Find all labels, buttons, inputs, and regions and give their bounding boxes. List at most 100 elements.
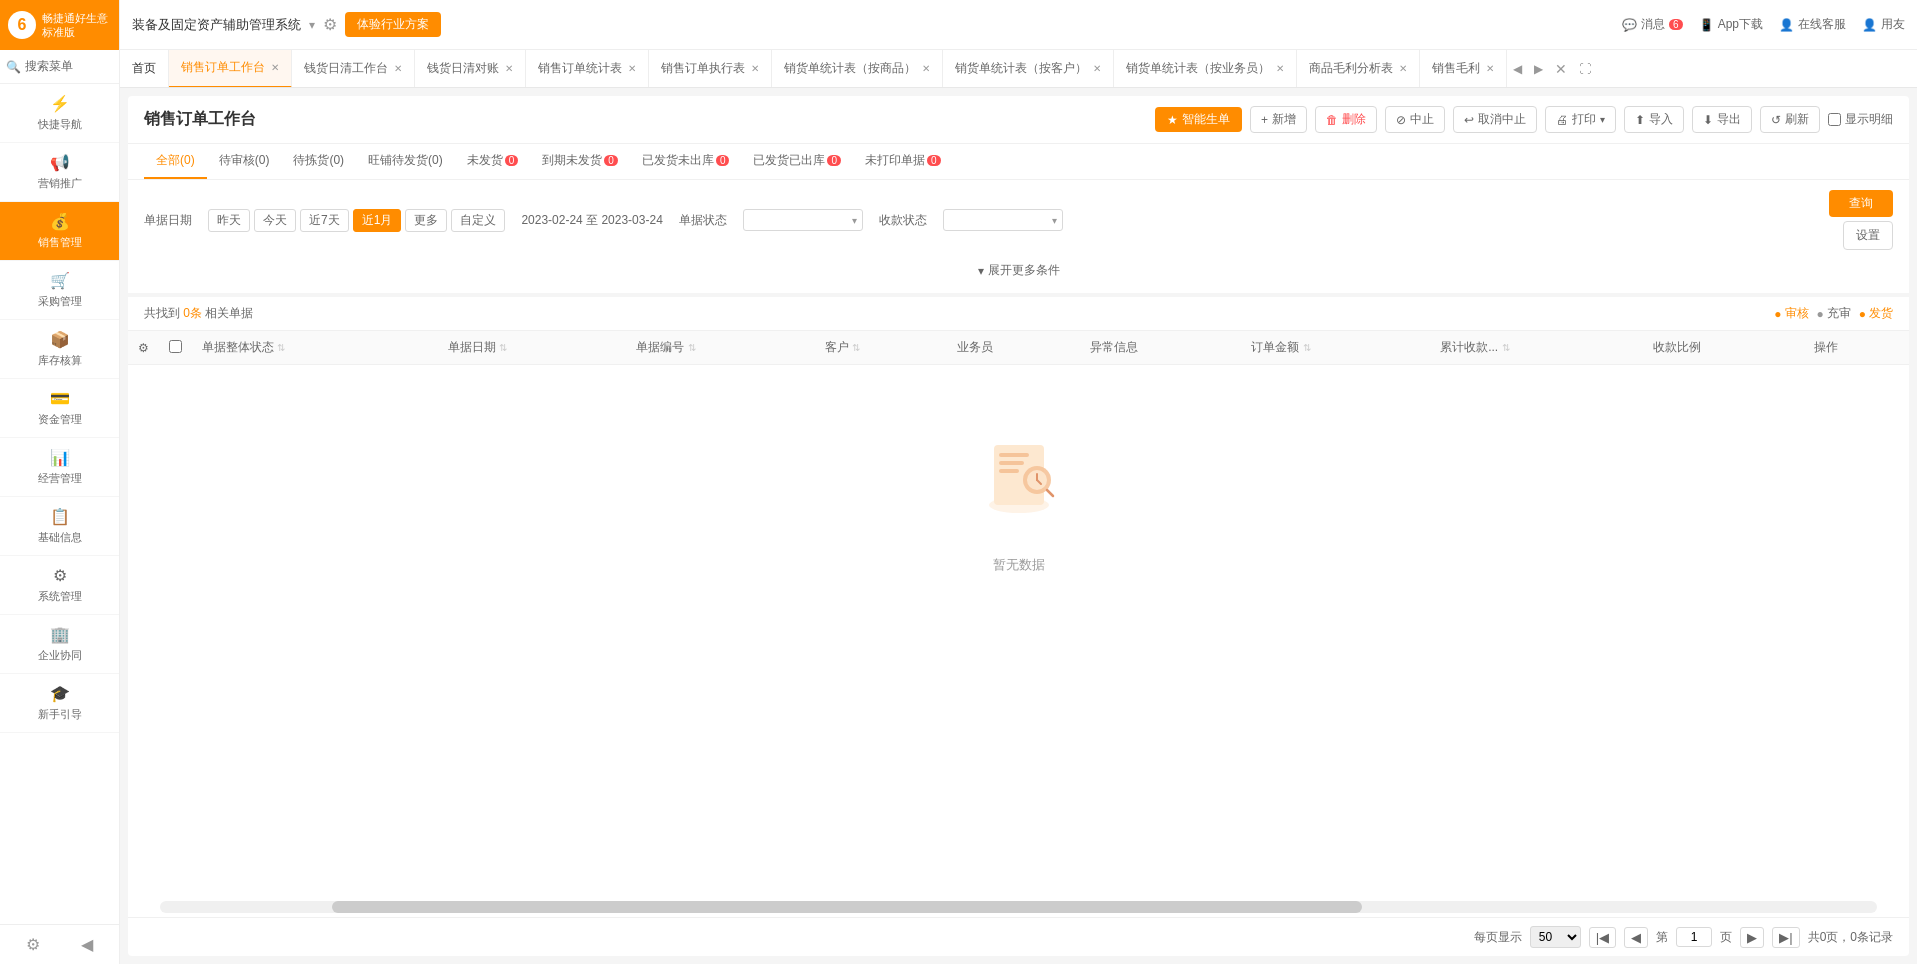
filter-settings-button[interactable]: 设置 [1843,221,1893,250]
date-btn-today[interactable]: 今天 [254,209,296,232]
sort-date-icon[interactable]: ⇅ [499,342,507,353]
tab-sales-exec[interactable]: 销售订单执行表 ✕ [649,50,772,88]
tab-nav-next[interactable]: ▶ [1528,50,1549,88]
scrollbar-thumb[interactable] [332,901,1362,913]
sort-collected-icon[interactable]: ⇅ [1502,342,1510,353]
status-select[interactable] [743,209,863,231]
subtab-not-printed[interactable]: 未打印单据0 [853,144,953,179]
tab-close-all[interactable]: ✕ [1549,50,1573,88]
import-button[interactable]: ⬆ 导入 [1624,106,1684,133]
batch-ship-button[interactable]: ● 发货 [1859,305,1893,322]
topbar-dropdown-icon[interactable]: ▾ [309,18,315,32]
smart-create-button[interactable]: ★ 智能生单 [1155,107,1242,132]
sort-status-icon[interactable]: ⇅ [277,342,285,353]
sort-customer-icon[interactable]: ⇅ [852,342,860,353]
tab-sales-summary-product[interactable]: 销货单统计表（按商品） ✕ [772,50,943,88]
payment-select[interactable] [943,209,1063,231]
delete-button[interactable]: 🗑 删除 [1315,106,1377,133]
tab-sales-stats[interactable]: 销售订单统计表 ✕ [526,50,649,88]
horizontal-scrollbar[interactable] [160,901,1877,913]
topbar-settings-icon[interactable]: ⚙ [323,15,337,34]
query-button[interactable]: 查询 [1829,190,1893,217]
subtab-not-shipped[interactable]: 未发货0 [455,144,531,179]
tab-sales-summary-staff[interactable]: 销货单统计表（按业务员） ✕ [1114,50,1297,88]
tab-close-icon[interactable]: ✕ [751,63,759,74]
sidebar-item-system[interactable]: ⚙ 系统管理 [0,556,119,615]
add-button[interactable]: + 新增 [1250,106,1307,133]
cancel-stop-button[interactable]: ↩ 取消中止 [1453,106,1537,133]
sidebar-item-basic[interactable]: 📋 基础信息 [0,497,119,556]
tab-maximize[interactable]: ⛶ [1573,50,1597,88]
tab-sales-summary-customer[interactable]: 销货单统计表（按客户） ✕ [943,50,1114,88]
page-input[interactable] [1676,927,1712,947]
print-button[interactable]: 🖨 打印 ▾ [1545,106,1616,133]
user-area[interactable]: 👤 用友 [1862,16,1905,33]
tab-home[interactable]: 首页 [120,50,169,88]
tab-cash-reconcile[interactable]: 钱货日清对账 ✕ [415,50,526,88]
sort-number-icon[interactable]: ⇅ [688,342,696,353]
subtab-pending-review[interactable]: 待审核(0) [207,144,282,179]
industry-solution-button[interactable]: 体验行业方案 [345,12,441,37]
sidebar-item-guide[interactable]: 🎓 新手引导 [0,674,119,733]
sidebar-item-inventory[interactable]: 📦 库存核算 [0,320,119,379]
sidebar-item-finance[interactable]: 💳 资金管理 [0,379,119,438]
tab-close-icon[interactable]: ✕ [394,63,402,74]
tab-nav-prev[interactable]: ◀ [1507,50,1528,88]
th-checkbox[interactable] [159,331,192,365]
filter-actions: 查询 设置 [1829,190,1893,250]
sidebar-item-operations[interactable]: 📊 经营管理 [0,438,119,497]
th-setting[interactable]: ⚙ [128,331,159,365]
tab-close-icon[interactable]: ✕ [271,62,279,73]
tab-close-icon[interactable]: ✕ [1486,63,1494,74]
subtab-pending-inspect[interactable]: 待拣货(0) [281,144,356,179]
date-btn-custom[interactable]: 自定义 [451,209,505,232]
tab-sales-profit[interactable]: 销售毛利 ✕ [1420,50,1507,88]
sort-amount-icon[interactable]: ⇅ [1303,342,1311,353]
tab-close-icon[interactable]: ✕ [628,63,636,74]
page-prev-button[interactable]: ◀ [1624,927,1648,948]
export-button[interactable]: ⬇ 导出 [1692,106,1752,133]
page-size-select[interactable]: 50 10 20 100 [1530,926,1581,948]
sidebar-item-marketing[interactable]: 📢 营销推广 [0,143,119,202]
show-detail-input[interactable] [1828,113,1841,126]
sidebar-item-purchase[interactable]: 🛒 采购管理 [0,261,119,320]
date-btn-7days[interactable]: 近7天 [300,209,349,232]
tab-close-icon[interactable]: ✕ [1399,63,1407,74]
tab-close-icon[interactable]: ✕ [505,63,513,74]
subtab-wangpu[interactable]: 旺铺待发货(0) [356,144,455,179]
refresh-button[interactable]: ↺ 刷新 [1760,106,1820,133]
tab-close-icon[interactable]: ✕ [1093,63,1101,74]
settings-icon[interactable]: ⚙ [26,935,40,954]
sidebar-search[interactable]: 🔍 搜索菜单 [0,50,119,84]
online-service-area[interactable]: 👤 在线客服 [1779,16,1846,33]
tab-product-margin[interactable]: 商品毛利分析表 ✕ [1297,50,1420,88]
date-btn-1month[interactable]: 近1月 [353,209,402,232]
tab-cash-daily[interactable]: 钱货日清工作台 ✕ [292,50,415,88]
app-download-area[interactable]: 📱 App下载 [1699,16,1763,33]
star-icon: ★ [1167,113,1178,127]
select-all-checkbox[interactable] [169,340,182,353]
date-btn-yesterday[interactable]: 昨天 [208,209,250,232]
tab-sales-workbench[interactable]: 销售订单工作台 ✕ [169,50,292,88]
collapse-icon[interactable]: ◀ [81,935,93,954]
tab-close-icon[interactable]: ✕ [1276,63,1284,74]
tab-close-icon[interactable]: ✕ [922,63,930,74]
expand-more-row[interactable]: ▾ 展开更多条件 [144,258,1893,283]
page-next-button[interactable]: ▶ [1740,927,1764,948]
svg-rect-2 [999,453,1029,457]
page-last-button[interactable]: ▶| [1772,927,1799,948]
subtab-shipped-not-out[interactable]: 已发货未出库0 [630,144,742,179]
show-detail-checkbox[interactable]: 显示明细 [1828,111,1893,128]
subtab-all[interactable]: 全部(0) [144,144,207,179]
stop-button[interactable]: ⊘ 中止 [1385,106,1445,133]
sidebar-item-quick-nav[interactable]: ⚡ 快捷导航 [0,84,119,143]
page-first-button[interactable]: |◀ [1589,927,1616,948]
sidebar-item-sales[interactable]: 💰 销售管理 [0,202,119,261]
subtab-overdue-not-shipped[interactable]: 到期未发货0 [530,144,630,179]
sidebar-item-enterprise[interactable]: 🏢 企业协同 [0,615,119,674]
batch-revoke-button[interactable]: ● 充审 [1817,305,1851,322]
message-icon-area[interactable]: 💬 消息 6 [1622,16,1683,33]
subtab-shipped-out[interactable]: 已发货已出库0 [741,144,853,179]
date-btn-more[interactable]: 更多 [405,209,447,232]
batch-review-button[interactable]: ● 审核 [1774,305,1808,322]
